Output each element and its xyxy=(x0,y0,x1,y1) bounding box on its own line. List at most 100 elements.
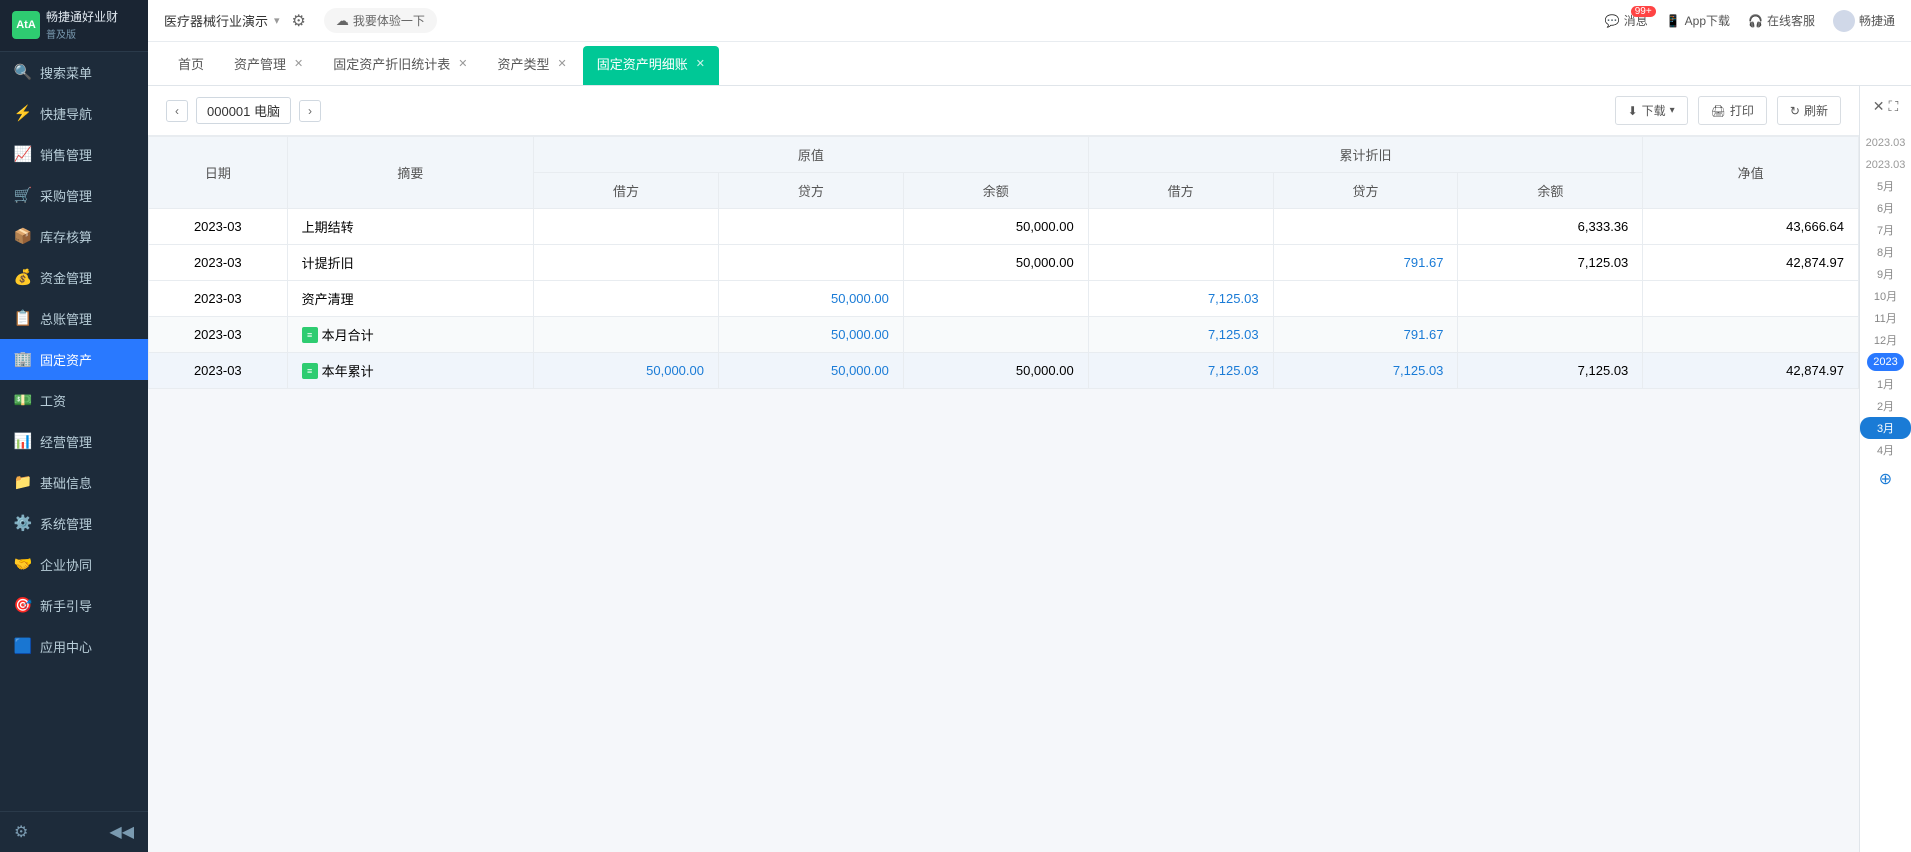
refresh-icon: ↻ xyxy=(1790,104,1800,118)
table-row: 2023-03 上期结转 50,000.00 6,333.36 43,666.6… xyxy=(149,209,1859,245)
timeline-top-date: 2023.03 xyxy=(1866,137,1906,149)
cell-acc-balance: 7,125.03 xyxy=(1458,353,1643,389)
tab-home[interactable]: 首页 xyxy=(164,46,218,85)
sidebar-item-search[interactable]: 🔍 搜索菜单 xyxy=(0,52,148,93)
cell-acc-credit: 791.67 xyxy=(1273,245,1458,281)
app-logo-icon: AtA xyxy=(12,11,40,39)
sidebar-item-collab[interactable]: 🤝 企业协同 xyxy=(0,544,148,585)
cell-acc-credit xyxy=(1273,209,1458,245)
sidebar-item-label: 经营管理 xyxy=(40,432,92,451)
next-asset-button[interactable]: › xyxy=(299,100,321,122)
user-menu[interactable]: 畅捷通 xyxy=(1833,10,1895,32)
messages-button[interactable]: 💬 消息 99+ xyxy=(1605,12,1648,29)
cell-acc-debit xyxy=(1088,209,1273,245)
timeline-month-9[interactable]: 9月 xyxy=(1860,263,1911,285)
panel-expand-icon[interactable]: ⛶ xyxy=(1888,98,1898,115)
sidebar-item-purchase[interactable]: 🛒 采购管理 xyxy=(0,175,148,216)
cell-acc-debit xyxy=(1088,245,1273,281)
cell-acc-balance xyxy=(1458,281,1643,317)
download-button[interactable]: ⬇ 下载 ▾ xyxy=(1615,96,1688,125)
timeline-month-2[interactable]: 2月 xyxy=(1860,395,1911,417)
asset-nav: ‹ 000001 电脑 › xyxy=(166,97,321,124)
timeline-month-5[interactable]: 5月 xyxy=(1860,175,1911,197)
sidebar-item-basicinfo[interactable]: 📁 基础信息 xyxy=(0,462,148,503)
timeline-month-1[interactable]: 1月 xyxy=(1860,373,1911,395)
ledger-icon: 📋 xyxy=(14,309,32,327)
tab-depreciation[interactable]: 固定资产折旧统计表 ✕ xyxy=(319,46,481,85)
sidebar-item-appcenter[interactable]: 🟦 应用中心 xyxy=(0,626,148,667)
tab-assetdetail-close-icon[interactable]: ✕ xyxy=(696,57,705,70)
col-acc-balance: 余额 xyxy=(1458,173,1643,209)
col-orig-credit: 贷方 xyxy=(718,173,903,209)
main-content: ‹ 000001 电脑 › ⬇ 下载 ▾ 🖨 打印 ↻ xyxy=(148,86,1859,852)
sidebar-item-label: 快捷导航 xyxy=(40,104,92,123)
collapse-sidebar-button[interactable]: ◀◀ xyxy=(109,822,134,842)
print-icon: 🖨 xyxy=(1711,104,1726,118)
sidebar-item-ledger[interactable]: 📋 总账管理 xyxy=(0,298,148,339)
sales-icon: 📈 xyxy=(14,145,32,163)
settings-icon[interactable]: ⚙ xyxy=(14,822,28,842)
sidebar-item-quicknav[interactable]: ⚡ 快捷导航 xyxy=(0,93,148,134)
right-panel: ✕ ⛶ 2023.03 2023.03 5月 6月 7月 8月 9月 10月 1… xyxy=(1859,86,1911,852)
asset-id-display: 000001 电脑 xyxy=(196,97,291,124)
refresh-button[interactable]: ↻ 刷新 xyxy=(1777,96,1841,125)
sidebar-item-salary[interactable]: 💵 工资 xyxy=(0,380,148,421)
cell-acc-debit: 7,125.03 xyxy=(1088,317,1273,353)
sidebar-item-inventory[interactable]: 📦 库存核算 xyxy=(0,216,148,257)
tab-assetmgr[interactable]: 资产管理 ✕ xyxy=(220,46,317,85)
sidebar-item-guide[interactable]: 🎯 新手引导 xyxy=(0,585,148,626)
cell-acc-credit xyxy=(1273,281,1458,317)
timeline-month-11[interactable]: 11月 xyxy=(1860,307,1911,329)
company-settings-icon[interactable]: ⚙ xyxy=(292,11,306,31)
sidebar-item-system[interactable]: ⚙️ 系统管理 xyxy=(0,503,148,544)
cell-acc-debit: 7,125.03 xyxy=(1088,353,1273,389)
cell-date: 2023-03 xyxy=(149,353,288,389)
cell-orig-balance: 50,000.00 xyxy=(903,209,1088,245)
tab-assettype-close-icon[interactable]: ✕ xyxy=(558,57,567,70)
col-date: 日期 xyxy=(149,137,288,209)
tab-depreciation-close-icon[interactable]: ✕ xyxy=(458,57,467,70)
timeline-month-7[interactable]: 7月 xyxy=(1860,219,1911,241)
cell-date: 2023-03 xyxy=(149,281,288,317)
sidebar-item-fixedassets[interactable]: 🏢 固定资产 xyxy=(0,339,148,380)
avatar xyxy=(1833,10,1855,32)
company-selector[interactable]: 医疗器械行业演示 ▾ xyxy=(164,11,280,30)
experience-button[interactable]: ☁ 我要体验一下 xyxy=(324,8,437,33)
timeline-month-3[interactable]: 3月 xyxy=(1860,417,1911,439)
timeline-month-4[interactable]: 4月 xyxy=(1860,439,1911,461)
app-download-label: App下载 xyxy=(1685,12,1730,29)
col-acc-debit: 借方 xyxy=(1088,173,1273,209)
timeline-month-8[interactable]: 8月 xyxy=(1860,241,1911,263)
message-badge: 99+ xyxy=(1631,6,1656,17)
topbar-right: 💬 消息 99+ 📱 App下载 🎧 在线客服 畅捷通 xyxy=(1605,10,1895,32)
timeline-month-6[interactable]: 6月 xyxy=(1860,197,1911,219)
topbar: 医疗器械行业演示 ▾ ⚙ ☁ 我要体验一下 💬 消息 99+ 📱 App下载 🎧… xyxy=(148,0,1911,42)
prev-asset-button[interactable]: ‹ xyxy=(166,100,188,122)
cell-acc-balance: 6,333.36 xyxy=(1458,209,1643,245)
timeline-month-12[interactable]: 12月 xyxy=(1860,329,1911,351)
app-download-button[interactable]: 📱 App下载 xyxy=(1666,12,1730,29)
col-accumulated-depreciation: 累计折旧 xyxy=(1088,137,1643,173)
sidebar-item-funds[interactable]: 💰 资金管理 xyxy=(0,257,148,298)
timeline-top-date2: 2023.03 xyxy=(1866,159,1906,171)
print-button[interactable]: 🖨 打印 xyxy=(1698,96,1767,125)
sidebar-item-sales[interactable]: 📈 销售管理 xyxy=(0,134,148,175)
col-original-value: 原值 xyxy=(534,137,1089,173)
tab-assetmgr-close-icon[interactable]: ✕ xyxy=(294,57,303,70)
detail-actions: ⬇ 下载 ▾ 🖨 打印 ↻ 刷新 xyxy=(1615,96,1841,125)
company-name: 医疗器械行业演示 xyxy=(164,11,268,30)
sidebar-bottom: ⚙ ◀◀ xyxy=(0,811,148,852)
timeline-month-10[interactable]: 10月 xyxy=(1860,285,1911,307)
scroll-down-icon[interactable]: ⊕ xyxy=(1879,469,1892,489)
cell-net-value: 42,874.97 xyxy=(1643,245,1859,281)
online-service-button[interactable]: 🎧 在线客服 xyxy=(1748,12,1815,29)
tab-assetdetail[interactable]: 固定资产明细账 ✕ xyxy=(583,46,719,85)
sidebar-item-operations[interactable]: 📊 经营管理 xyxy=(0,421,148,462)
tab-assetdetail-label: 固定资产明细账 xyxy=(597,54,688,73)
search-icon: 🔍 xyxy=(14,63,32,81)
tab-assettype[interactable]: 资产类型 ✕ xyxy=(483,46,580,85)
sidebar-item-label: 库存核算 xyxy=(40,227,92,246)
timeline-year-2023[interactable]: 2023 xyxy=(1867,353,1903,371)
col-net-value: 净值 xyxy=(1643,137,1859,209)
panel-close-icon[interactable]: ✕ xyxy=(1873,98,1885,121)
